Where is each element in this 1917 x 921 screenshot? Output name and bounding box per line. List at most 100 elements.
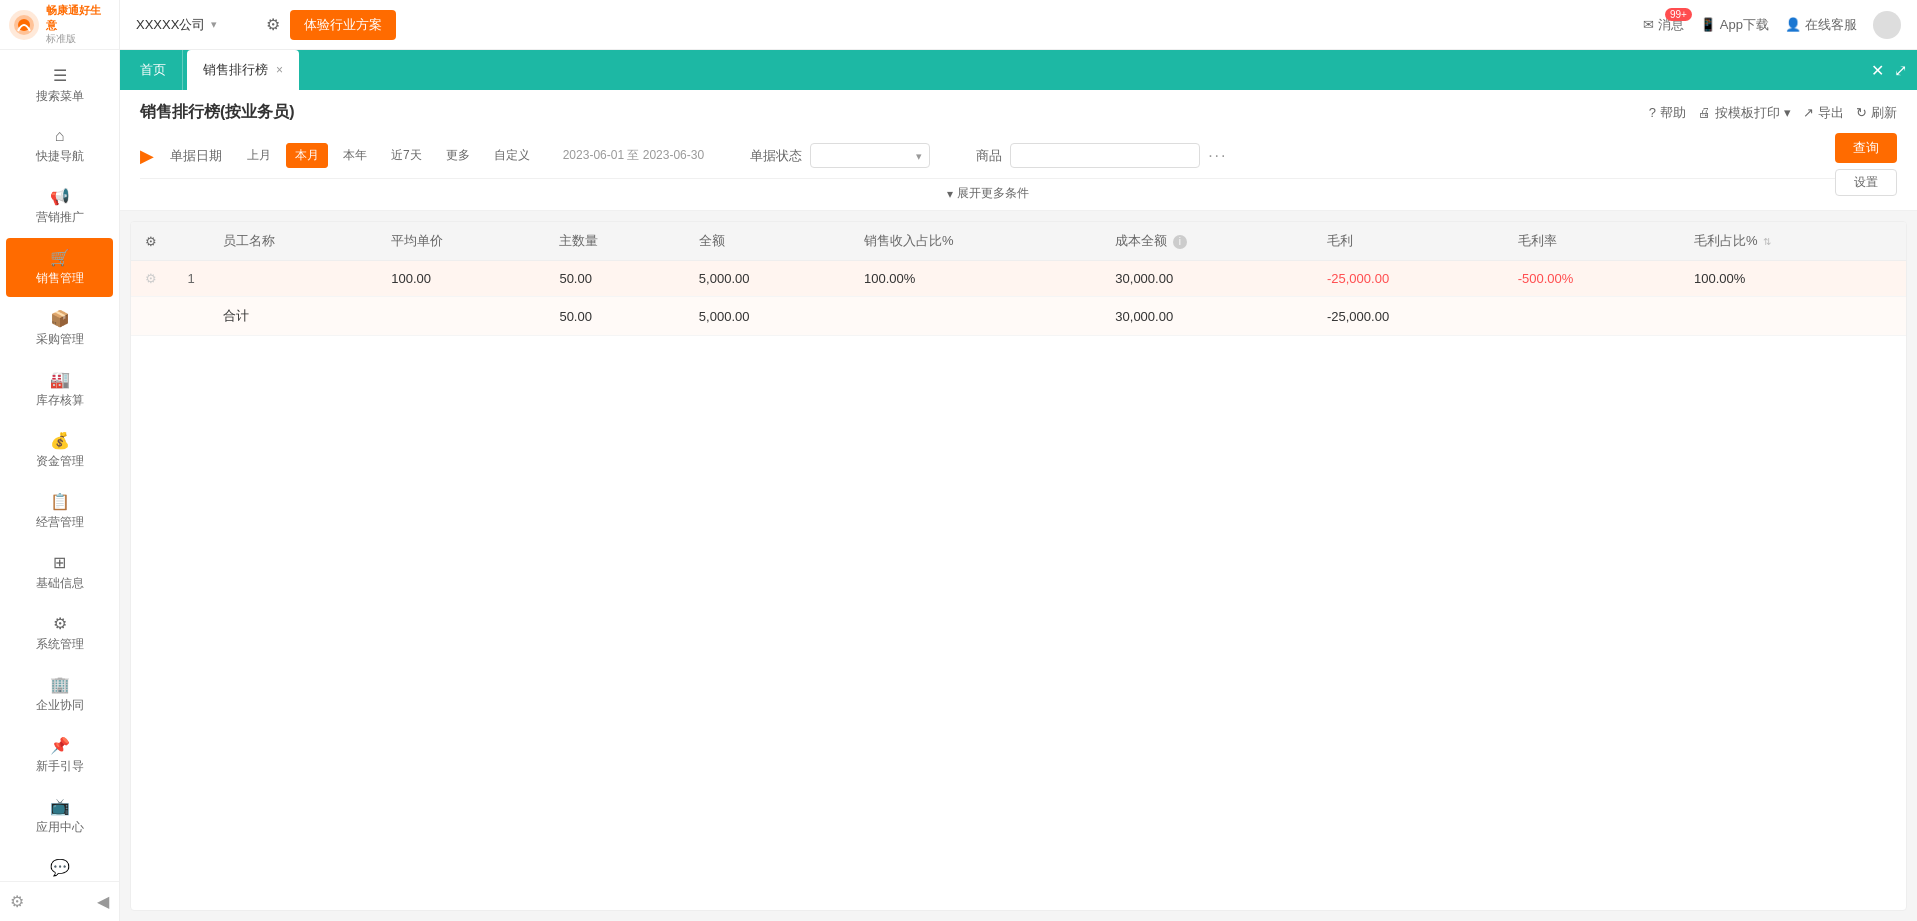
date-filter-label: 单据日期 bbox=[170, 147, 222, 165]
tab-close-icon[interactable]: × bbox=[276, 63, 283, 77]
sidebar-item-quick[interactable]: ⌂ 快捷导航 bbox=[6, 117, 113, 175]
system-icon: ⚙ bbox=[53, 614, 67, 633]
sidebar-item-wechat[interactable]: 💬 企业微信 bbox=[6, 848, 113, 881]
header-right: ✉ 消息 99+ 📱 App下载 👤 在线客服 bbox=[1643, 11, 1901, 39]
online-service-button[interactable]: 👤 在线客服 bbox=[1785, 16, 1857, 34]
date-btn-this-month[interactable]: 本月 bbox=[286, 143, 328, 168]
more-filter-icon[interactable]: ··· bbox=[1208, 147, 1227, 165]
date-btn-custom[interactable]: 自定义 bbox=[485, 143, 539, 168]
cell-amount: 5,000.00 bbox=[687, 261, 852, 297]
page-title: 销售排行榜(按业务员) bbox=[140, 102, 295, 123]
app-download-label: App下载 bbox=[1720, 16, 1769, 34]
sidebar-item-label: 系统管理 bbox=[36, 636, 84, 653]
sidebar-item-guide[interactable]: 📌 新手引导 bbox=[6, 726, 113, 785]
gross-pct-sort-icon[interactable]: ⇅ bbox=[1763, 236, 1771, 247]
guide-icon: 📌 bbox=[50, 736, 70, 755]
export-button[interactable]: ↗ 导出 bbox=[1803, 104, 1844, 122]
sidebar-item-label: 经营管理 bbox=[36, 514, 84, 531]
sidebar-item-finance[interactable]: 💰 资金管理 bbox=[6, 421, 113, 480]
expand-more-btn[interactable]: ▾ 展开更多条件 bbox=[947, 185, 1029, 202]
tab-bar-right: ✕ ⤢ bbox=[1871, 61, 1917, 80]
date-filter-group: 上月 本月 本年 近7天 更多 自定义 bbox=[238, 143, 539, 168]
sidebar-item-operation[interactable]: 📋 经营管理 bbox=[6, 482, 113, 541]
sidebar-item-search[interactable]: ☰ 搜索菜单 bbox=[6, 56, 113, 115]
tab-close-all-icon[interactable]: ✕ bbox=[1871, 61, 1884, 80]
basic-icon: ⊞ bbox=[53, 553, 66, 572]
refresh-label: 刷新 bbox=[1871, 104, 1897, 122]
footer-gross-pct bbox=[1682, 297, 1906, 336]
sidebar-item-label: 基础信息 bbox=[36, 575, 84, 592]
help-icon: ? bbox=[1649, 105, 1656, 120]
sidebar-item-apps[interactable]: 📺 应用中心 bbox=[6, 787, 113, 846]
logo-icon bbox=[8, 9, 40, 41]
sidebar-item-sales[interactable]: 🛒 销售管理 bbox=[6, 238, 113, 297]
help-button[interactable]: ? 帮助 bbox=[1649, 104, 1686, 122]
date-btn-this-year[interactable]: 本年 bbox=[334, 143, 376, 168]
tab-restore-icon[interactable]: ⤢ bbox=[1894, 61, 1907, 80]
cost-info-icon[interactable]: i bbox=[1173, 235, 1187, 249]
cell-rank: 1 bbox=[171, 261, 211, 297]
print-label: 按模板打印 bbox=[1715, 104, 1780, 122]
message-icon: ✉ bbox=[1643, 17, 1654, 32]
footer-gross-rate bbox=[1506, 297, 1682, 336]
finance-icon: 💰 bbox=[50, 431, 70, 450]
cell-gross-pct: 100.00% bbox=[1682, 261, 1906, 297]
sidebar-item-label: 营销推广 bbox=[36, 209, 84, 226]
print-button[interactable]: 🖨 按模板打印 ▾ bbox=[1698, 104, 1791, 122]
footer-label: 合计 bbox=[211, 297, 379, 336]
cell-gross: -25,000.00 bbox=[1315, 261, 1506, 297]
query-button[interactable]: 查询 bbox=[1835, 133, 1897, 163]
col-rank bbox=[171, 222, 211, 261]
sidebar: 畅康通好生意 标准版 ☰ 搜索菜单 ⌂ 快捷导航 📢 营销推广 🛒 销售管理 📦… bbox=[0, 0, 120, 921]
date-btn-more[interactable]: 更多 bbox=[437, 143, 479, 168]
print-icon: 🖨 bbox=[1698, 105, 1711, 120]
top-header: XXXXX公司 ▾ ⚙ 体验行业方案 ✉ 消息 99+ 📱 App下载 👤 在线… bbox=[120, 0, 1917, 50]
col-cost: 成本全额 i bbox=[1103, 222, 1315, 261]
sidebar-item-label: 采购管理 bbox=[36, 331, 84, 348]
sidebar-item-marketing[interactable]: 📢 营销推广 bbox=[6, 177, 113, 236]
goods-input[interactable] bbox=[1010, 143, 1200, 168]
date-btn-last-month[interactable]: 上月 bbox=[238, 143, 280, 168]
trial-button[interactable]: 体验行业方案 bbox=[290, 10, 396, 40]
refresh-button[interactable]: ↻ 刷新 bbox=[1856, 104, 1897, 122]
date-btn-7days[interactable]: 近7天 bbox=[382, 143, 431, 168]
tab-sales-ranking[interactable]: 销售排行榜 × bbox=[187, 50, 299, 90]
apps-icon: 📺 bbox=[50, 797, 70, 816]
footer-sales-pct bbox=[852, 297, 1103, 336]
sidebar-item-label: 库存核算 bbox=[36, 392, 84, 409]
col-gross: 毛利 bbox=[1315, 222, 1506, 261]
sidebar-item-label: 销售管理 bbox=[36, 270, 84, 287]
date-range-display: 2023-06-01 至 2023-06-30 bbox=[563, 148, 704, 162]
avatar[interactable] bbox=[1873, 11, 1901, 39]
company-select[interactable]: XXXXX公司 ▾ bbox=[136, 16, 256, 34]
status-select[interactable] bbox=[810, 143, 930, 168]
cell-name bbox=[211, 261, 379, 297]
sidebar-item-label: 资金管理 bbox=[36, 453, 84, 470]
wechat-icon: 💬 bbox=[50, 858, 70, 877]
cell-qty: 50.00 bbox=[547, 261, 686, 297]
page-header: 销售排行榜(按业务员) ? 帮助 🖨 按模板打印 ▾ ↗ 导出 bbox=[120, 90, 1917, 211]
sidebar-item-enterprise[interactable]: 🏢 企业协同 bbox=[6, 665, 113, 724]
expand-chevron-icon: ▾ bbox=[947, 187, 953, 201]
messages-button[interactable]: ✉ 消息 99+ bbox=[1643, 16, 1684, 34]
filter-toggle-icon[interactable]: ▶ bbox=[140, 145, 154, 167]
footer-rank bbox=[171, 297, 211, 336]
company-settings-icon[interactable]: ⚙ bbox=[266, 15, 280, 34]
table-settings-button[interactable]: 设置 bbox=[1835, 169, 1897, 196]
col-name: 员工名称 bbox=[211, 222, 379, 261]
goods-label: 商品 bbox=[976, 147, 1002, 165]
app-download-button[interactable]: 📱 App下载 bbox=[1700, 16, 1769, 34]
col-amount: 全额 bbox=[687, 222, 852, 261]
tab-active-label: 销售排行榜 bbox=[203, 61, 268, 79]
tab-home[interactable]: 首页 bbox=[124, 50, 183, 90]
sidebar-item-system[interactable]: ⚙ 系统管理 bbox=[6, 604, 113, 663]
sidebar-item-inventory[interactable]: 🏭 库存核算 bbox=[6, 360, 113, 419]
cell-settings: ⚙ bbox=[131, 261, 171, 297]
collapse-icon[interactable]: ◀ bbox=[97, 892, 109, 911]
sidebar-item-purchase[interactable]: 📦 采购管理 bbox=[6, 299, 113, 358]
settings-bottom-icon[interactable]: ⚙ bbox=[10, 892, 24, 911]
footer-gross: -25,000.00 bbox=[1315, 297, 1506, 336]
sidebar-item-label: 新手引导 bbox=[36, 758, 84, 775]
sidebar-item-basic[interactable]: ⊞ 基础信息 bbox=[6, 543, 113, 602]
help-label: 帮助 bbox=[1660, 104, 1686, 122]
